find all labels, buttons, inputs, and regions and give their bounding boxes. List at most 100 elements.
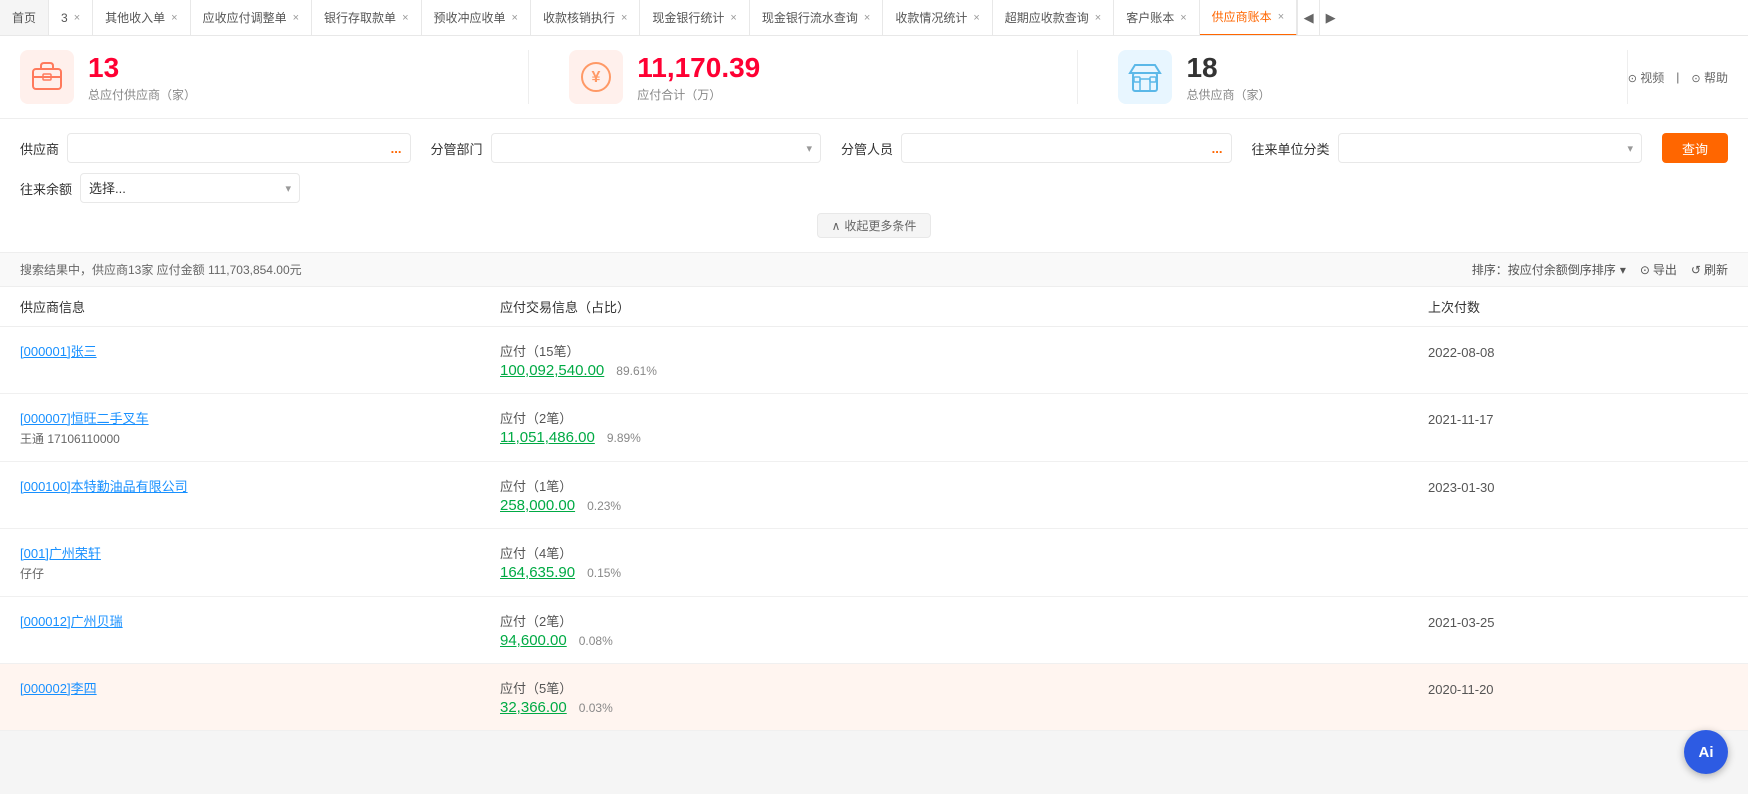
supplier-link-4[interactable]: [000012]广州贝瑞 <box>20 611 500 630</box>
sort-chevron-icon: ▾ <box>1620 263 1626 277</box>
supplier-info-0: [000001]张三 <box>20 341 500 360</box>
search-area: 供应商 ... 分管部门 ▾ 分管人员 ... 往来单位分类 ▾ <box>0 119 1748 253</box>
person-dots-icon[interactable]: ... <box>1212 141 1223 156</box>
close-tab-payment-stats[interactable]: × <box>973 12 979 24</box>
nav-tab-cash-stats[interactable]: 现金银行统计 × <box>640 0 749 36</box>
result-summary: 搜索结果中，供应商13家 应付金额 111,703,854.00元 <box>20 261 318 278</box>
nav-tab-supplier[interactable]: 供应商账本 × <box>1200 0 1297 36</box>
supplier-link-2[interactable]: [000100]本特勤油品有限公司 <box>20 476 500 495</box>
supplier-link-3[interactable]: [001]广州荣轩 <box>20 543 500 562</box>
nav-arrow-left[interactable]: ◀ <box>1297 0 1319 36</box>
transaction-amount-3[interactable]: 164,635.90 <box>500 564 575 581</box>
supplier-input-wrap[interactable]: ... <box>67 133 410 163</box>
supplier-link-0[interactable]: [000001]张三 <box>20 341 500 360</box>
close-tab-cash-stats[interactable]: × <box>730 12 736 24</box>
close-tab-adjustment[interactable]: × <box>293 12 299 24</box>
balance-label: 往来余额 <box>20 179 72 198</box>
balance-select-wrap[interactable]: 选择... ▾ <box>80 173 300 203</box>
transaction-info-4: 应付（2笔） 94,600.00 0.08% <box>500 611 1428 649</box>
transaction-amount-4[interactable]: 94,600.00 <box>500 632 567 649</box>
table-row: [001]广州荣轩 仔仔 应付（4笔） 164,635.90 0.15% <box>0 529 1748 597</box>
nav-tab-other-income[interactable]: 其他收入单 × <box>93 0 190 36</box>
category-select[interactable] <box>1347 141 1628 156</box>
dept-select[interactable] <box>500 141 807 156</box>
last-pay-0: 2022-08-08 <box>1428 341 1728 360</box>
close-tab-supplier[interactable]: × <box>1278 11 1284 23</box>
transaction-amount-5[interactable]: 32,366.00 <box>500 699 567 716</box>
table-header: 供应商信息 应付交易信息（占比） 上次付数 <box>0 287 1748 327</box>
amount-icon: ¥ <box>569 50 623 104</box>
header-supplier: 供应商信息 <box>20 297 500 316</box>
table-row: [000001]张三 应付（15笔） 100,092,540.00 89.61%… <box>0 327 1748 394</box>
video-link[interactable]: ⊙ 视频 <box>1628 69 1665 86</box>
export-button[interactable]: ⊙ 导出 <box>1640 261 1677 278</box>
close-tab-prepay[interactable]: × <box>512 12 518 24</box>
header-last-pay: 上次付数 <box>1428 297 1728 316</box>
close-tab-other-income[interactable]: × <box>171 12 177 24</box>
close-tab-cash-flow[interactable]: × <box>864 12 870 24</box>
transaction-amount-0[interactable]: 100,092,540.00 <box>500 362 604 379</box>
close-tab-customer[interactable]: × <box>1180 12 1186 24</box>
svg-text:¥: ¥ <box>592 69 601 86</box>
refresh-button[interactable]: ↺ 刷新 <box>1691 261 1728 278</box>
supplier-dots-icon[interactable]: ... <box>391 141 402 156</box>
balance-chevron-icon: ▾ <box>285 182 291 195</box>
close-tab-3[interactable]: × <box>74 12 80 24</box>
supplier-input[interactable] <box>76 141 391 156</box>
result-bar: 搜索结果中，供应商13家 应付金额 111,703,854.00元 排序：按应付… <box>0 253 1748 287</box>
supplier-field: 供应商 ... <box>20 133 411 163</box>
total-suppliers-label: 总供应商（家） <box>1186 86 1270 103</box>
ai-badge[interactable]: Ai <box>1684 730 1728 774</box>
nav-tab-bank[interactable]: 银行存取款单 × <box>312 0 421 36</box>
last-pay-2: 2023-01-30 <box>1428 476 1728 495</box>
help-actions: ⊙ 视频 | ⊙ 帮助 <box>1628 69 1728 86</box>
person-input-wrap[interactable]: ... <box>901 133 1231 163</box>
supplier-link-1[interactable]: [000007]恒旺二手叉车 <box>20 408 500 427</box>
summary-bar: 13 总应付供应商（家） ¥ 11,170.39 应付合计（万） <box>0 36 1748 119</box>
close-tab-collection[interactable]: × <box>621 12 627 24</box>
nav-tab-prepay[interactable]: 预收冲应收单 × <box>422 0 531 36</box>
last-pay-5: 2020-11-20 <box>1428 678 1728 697</box>
category-field: 往来单位分类 ▾ <box>1252 133 1643 163</box>
result-actions: 排序：按应付余额倒序排序 ▾ ⊙ 导出 ↺ 刷新 <box>1472 261 1728 278</box>
person-input[interactable] <box>910 141 1212 156</box>
nav-tab-overdue[interactable]: 超期应收款查询 × <box>993 0 1114 36</box>
supplier-info-2: [000100]本特勤油品有限公司 <box>20 476 500 495</box>
nav-tab-3[interactable]: 3 × <box>49 0 93 36</box>
table-row: [000012]广州贝瑞 应付（2笔） 94,600.00 0.08% 2021… <box>0 597 1748 664</box>
supplier-link-5[interactable]: [000002]李四 <box>20 678 500 697</box>
close-tab-overdue[interactable]: × <box>1095 12 1101 24</box>
nav-tab-collection[interactable]: 收款核销执行 × <box>531 0 640 36</box>
shop-icon <box>1118 50 1172 104</box>
search-row-1: 供应商 ... 分管部门 ▾ 分管人员 ... 往来单位分类 ▾ <box>20 133 1728 163</box>
help-link[interactable]: ⊙ 帮助 <box>1691 69 1728 86</box>
transaction-amount-2[interactable]: 258,000.00 <box>500 497 575 514</box>
balance-select[interactable]: 选择... <box>89 181 285 196</box>
sort-button[interactable]: 排序：按应付余额倒序排序 ▾ <box>1472 261 1626 278</box>
nav-tab-adjustment[interactable]: 应收应付调整单 × <box>191 0 312 36</box>
close-tab-bank[interactable]: × <box>402 12 408 24</box>
category-select-wrap[interactable]: ▾ <box>1338 133 1642 163</box>
table-row: [000002]李四 应付（5笔） 32,366.00 0.03% 2020-1… <box>0 664 1748 731</box>
query-button[interactable]: 查询 <box>1662 133 1728 163</box>
last-pay-1: 2021-11-17 <box>1428 408 1728 427</box>
transaction-amount-1[interactable]: 11,051,486.00 <box>500 429 595 446</box>
collapse-button[interactable]: ∧ 收起更多条件 <box>817 213 932 238</box>
export-icon: ⊙ <box>1640 263 1650 277</box>
nav-tab-customer[interactable]: 客户账本 × <box>1114 0 1199 36</box>
nav-tab-home[interactable]: 首页 <box>0 0 49 36</box>
summary-card-payable-suppliers: 13 总应付供应商（家） <box>20 50 529 104</box>
last-pay-3 <box>1428 543 1728 547</box>
nav-arrow-right[interactable]: ▶ <box>1319 0 1341 36</box>
nav-tab-payment-stats[interactable]: 收款情况统计 × <box>883 0 992 36</box>
nav-tab-cash-flow[interactable]: 现金银行流水查询 × <box>750 0 883 36</box>
payable-suppliers-label: 总应付供应商（家） <box>88 86 196 103</box>
last-pay-4: 2021-03-25 <box>1428 611 1728 630</box>
transaction-info-0: 应付（15笔） 100,092,540.00 89.61% <box>500 341 1428 379</box>
summary-card-payable-amount: ¥ 11,170.39 应付合计（万） <box>529 50 1078 104</box>
transaction-info-2: 应付（1笔） 258,000.00 0.23% <box>500 476 1428 514</box>
supplier-info-4: [000012]广州贝瑞 <box>20 611 500 630</box>
dept-select-wrap[interactable]: ▾ <box>491 133 821 163</box>
category-label: 往来单位分类 <box>1252 139 1330 158</box>
refresh-icon: ↺ <box>1691 263 1701 277</box>
